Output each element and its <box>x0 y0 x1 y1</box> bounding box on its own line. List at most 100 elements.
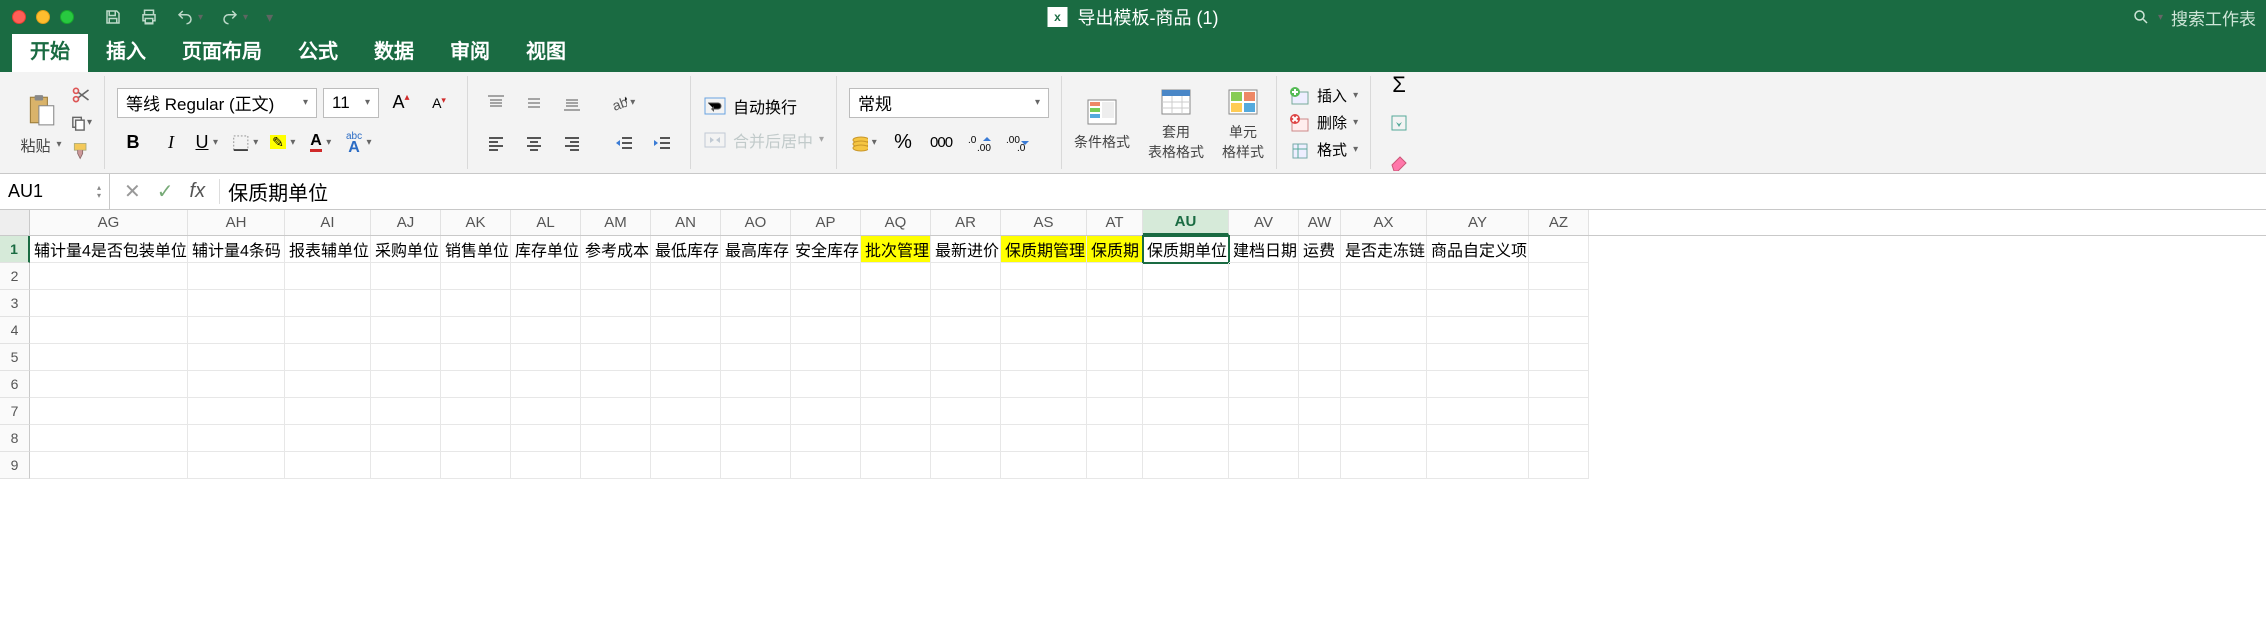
cell-AS2[interactable] <box>1001 263 1087 290</box>
undo-button[interactable]: ▾ <box>176 8 203 26</box>
close-window-button[interactable] <box>12 10 26 24</box>
cell-AL5[interactable] <box>511 344 581 371</box>
cell-AS8[interactable] <box>1001 425 1087 452</box>
format-as-table-button[interactable]: 套用 表格格式 <box>1148 84 1204 162</box>
cell-AM5[interactable] <box>581 344 651 371</box>
cell-AT4[interactable] <box>1087 317 1143 344</box>
cell-AQ9[interactable] <box>861 452 931 479</box>
formula-input[interactable] <box>220 180 2266 203</box>
cell-AN1[interactable]: 最低库存 <box>651 236 721 263</box>
align-bottom-button[interactable] <box>556 88 588 118</box>
cell-AJ6[interactable] <box>371 371 441 398</box>
cell-AY4[interactable] <box>1427 317 1529 344</box>
cell-AZ7[interactable] <box>1529 398 1589 425</box>
cell-AP6[interactable] <box>791 371 861 398</box>
worksheet-grid[interactable]: AGAHAIAJAKALAMANAOAPAQARASATAUAVAWAXAYAZ… <box>0 210 2266 479</box>
cell-AV6[interactable] <box>1229 371 1299 398</box>
cell-AQ2[interactable] <box>861 263 931 290</box>
minimize-window-button[interactable] <box>36 10 50 24</box>
cell-AI7[interactable] <box>285 398 371 425</box>
cell-AU7[interactable] <box>1143 398 1229 425</box>
column-header-AV[interactable]: AV <box>1229 210 1299 235</box>
borders-button[interactable]: ▾ <box>231 128 263 158</box>
column-header-AG[interactable]: AG <box>30 210 188 235</box>
column-header-AO[interactable]: AO <box>721 210 791 235</box>
cell-AR3[interactable] <box>931 290 1001 317</box>
bold-button[interactable]: B <box>117 128 149 158</box>
cell-AT9[interactable] <box>1087 452 1143 479</box>
row-header-2[interactable]: 2 <box>0 263 30 290</box>
cell-AR9[interactable] <box>931 452 1001 479</box>
cell-AJ9[interactable] <box>371 452 441 479</box>
row-header-6[interactable]: 6 <box>0 371 30 398</box>
cell-AQ1[interactable]: 批次管理 <box>861 236 931 263</box>
cell-AK1[interactable]: 销售单位 <box>441 236 511 263</box>
cut-button[interactable] <box>70 84 92 106</box>
column-header-AW[interactable]: AW <box>1299 210 1341 235</box>
cell-AJ2[interactable] <box>371 263 441 290</box>
column-header-AM[interactable]: AM <box>581 210 651 235</box>
cell-AQ7[interactable] <box>861 398 931 425</box>
increase-decimal-button[interactable]: .0.00 <box>963 128 995 158</box>
cell-AV4[interactable] <box>1229 317 1299 344</box>
cell-AM7[interactable] <box>581 398 651 425</box>
cell-AU4[interactable] <box>1143 317 1229 344</box>
align-left-button[interactable] <box>480 128 512 158</box>
cell-AV5[interactable] <box>1229 344 1299 371</box>
cell-AR5[interactable] <box>931 344 1001 371</box>
cell-AN4[interactable] <box>651 317 721 344</box>
fill-button[interactable] <box>1383 108 1415 138</box>
cell-AY8[interactable] <box>1427 425 1529 452</box>
orientation-button[interactable]: ab▾ <box>608 88 640 118</box>
cell-AR1[interactable]: 最新进价 <box>931 236 1001 263</box>
align-right-button[interactable] <box>556 128 588 158</box>
cell-AW6[interactable] <box>1299 371 1341 398</box>
cell-AH3[interactable] <box>188 290 285 317</box>
cell-AT7[interactable] <box>1087 398 1143 425</box>
cell-AS6[interactable] <box>1001 371 1087 398</box>
column-header-AP[interactable]: AP <box>791 210 861 235</box>
column-header-AS[interactable]: AS <box>1001 210 1087 235</box>
redo-button[interactable]: ▾ <box>221 8 248 26</box>
cell-AP3[interactable] <box>791 290 861 317</box>
row-header-5[interactable]: 5 <box>0 344 30 371</box>
cell-AH7[interactable] <box>188 398 285 425</box>
cell-AO1[interactable]: 最高库存 <box>721 236 791 263</box>
cell-AZ5[interactable] <box>1529 344 1589 371</box>
cell-AK8[interactable] <box>441 425 511 452</box>
cell-AS9[interactable] <box>1001 452 1087 479</box>
number-format-select[interactable]: 常规▾ <box>849 88 1049 118</box>
cell-AP1[interactable]: 安全库存 <box>791 236 861 263</box>
cell-AM1[interactable]: 参考成本 <box>581 236 651 263</box>
cell-AJ1[interactable]: 采购单位 <box>371 236 441 263</box>
cell-AR7[interactable] <box>931 398 1001 425</box>
cell-AM8[interactable] <box>581 425 651 452</box>
cell-AH4[interactable] <box>188 317 285 344</box>
cell-AY5[interactable] <box>1427 344 1529 371</box>
decrease-indent-button[interactable] <box>608 128 640 158</box>
cell-AI4[interactable] <box>285 317 371 344</box>
cell-AX9[interactable] <box>1341 452 1427 479</box>
cell-AO7[interactable] <box>721 398 791 425</box>
row-header-7[interactable]: 7 <box>0 398 30 425</box>
cell-AI5[interactable] <box>285 344 371 371</box>
column-header-AR[interactable]: AR <box>931 210 1001 235</box>
cell-AR8[interactable] <box>931 425 1001 452</box>
column-header-AU[interactable]: AU <box>1143 210 1229 235</box>
paste-button[interactable] <box>18 89 64 131</box>
cell-AN2[interactable] <box>651 263 721 290</box>
cell-AT8[interactable] <box>1087 425 1143 452</box>
select-all-corner[interactable] <box>0 210 30 236</box>
cell-AK7[interactable] <box>441 398 511 425</box>
font-color-button[interactable]: A▾ <box>307 128 339 158</box>
cell-AQ6[interactable] <box>861 371 931 398</box>
cell-AT1[interactable]: 保质期 <box>1087 236 1143 263</box>
cell-AZ1[interactable] <box>1529 236 1589 263</box>
conditional-format-button[interactable]: 条件格式 <box>1074 94 1130 152</box>
cell-AQ4[interactable] <box>861 317 931 344</box>
cell-AJ8[interactable] <box>371 425 441 452</box>
cell-AX8[interactable] <box>1341 425 1427 452</box>
cell-AJ4[interactable] <box>371 317 441 344</box>
cell-AW8[interactable] <box>1299 425 1341 452</box>
cell-AK9[interactable] <box>441 452 511 479</box>
